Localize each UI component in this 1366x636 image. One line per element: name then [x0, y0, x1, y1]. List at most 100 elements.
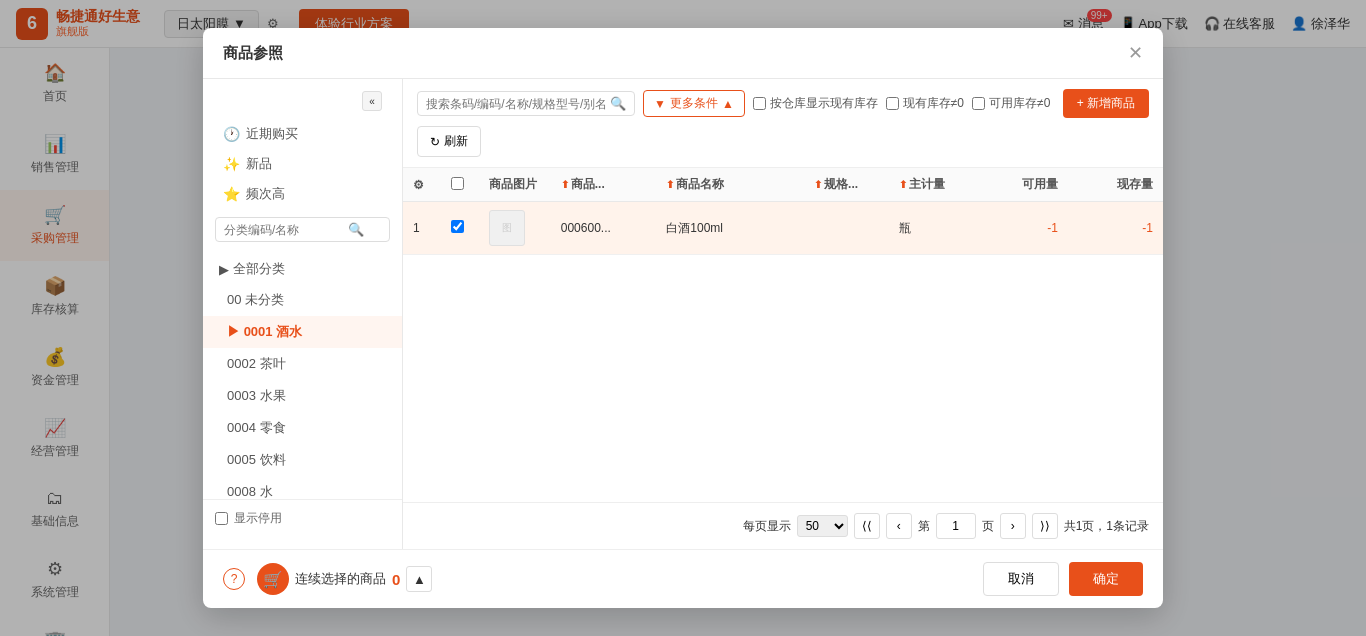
confirm-button[interactable]: 确定	[1069, 562, 1143, 596]
page-size-label: 每页显示	[743, 518, 791, 535]
product-search-wrap[interactable]: 🔍	[417, 91, 635, 116]
col-check-all[interactable]	[441, 168, 479, 202]
category-0002[interactable]: 0002 茶叶	[203, 348, 402, 380]
col-settings[interactable]: ⚙	[403, 168, 441, 202]
product-table-wrap: ⚙ 商品图片 ⬆ 商品...	[403, 168, 1163, 502]
category-0005-label: 0005 饮料	[227, 452, 286, 467]
col-spec-header[interactable]: ⬆ 规格...	[804, 168, 888, 202]
category-0004[interactable]: 0004 零食	[203, 412, 402, 444]
refresh-button[interactable]: ↻ 刷新	[417, 126, 481, 157]
cart-icon[interactable]: 🛒	[257, 563, 289, 595]
arrow-right-icon: ▶	[227, 324, 240, 339]
cart-text-label: 连续选择的商品	[295, 570, 386, 588]
arrow-right-icon: ▶	[219, 262, 229, 277]
help-label: ?	[231, 572, 238, 586]
col-img-header: 商品图片	[479, 168, 551, 202]
category-0005[interactable]: 0005 饮料	[203, 444, 402, 476]
star-icon: ⭐	[223, 186, 240, 202]
col-avail-label: 可用量	[1022, 177, 1058, 191]
cart-count: 0	[392, 571, 400, 588]
refresh-icon: ↻	[430, 135, 440, 149]
product-table: ⚙ 商品图片 ⬆ 商品...	[403, 168, 1163, 255]
stock-not-zero-checkbox[interactable]	[886, 97, 899, 110]
help-icon[interactable]: ?	[223, 568, 245, 590]
category-all-label: 全部分类	[233, 260, 285, 278]
chevron-up-icon: ▲	[722, 97, 734, 111]
search-icon: 🔍	[348, 222, 364, 237]
category-search-box[interactable]: 🔍	[215, 217, 390, 242]
page-label: 第	[918, 518, 930, 535]
page-size-select[interactable]: 50 100 200	[797, 515, 848, 537]
col-code-header[interactable]: ⬆ 商品...	[551, 168, 657, 202]
category-0003-label: 0003 水果	[227, 388, 286, 403]
refresh-label: 刷新	[444, 133, 468, 150]
col-unit-label: 主计量	[909, 176, 945, 193]
total-info: 共1页，1条记录	[1064, 518, 1149, 535]
checkbox-by-warehouse[interactable]: 按仓库显示现有库存	[753, 95, 878, 112]
quick-recent-label: 近期购买	[246, 125, 298, 143]
clock-icon: 🕐	[223, 126, 240, 142]
check-all-checkbox[interactable]	[451, 177, 464, 190]
category-0001-label: 0001 酒水	[244, 324, 303, 339]
display-disabled-label: 显示停用	[234, 510, 282, 527]
category-0008[interactable]: 0008 水	[203, 476, 402, 499]
category-0002-label: 0002 茶叶	[227, 356, 286, 371]
display-disabled-row: 显示停用	[203, 499, 402, 537]
col-unit-header[interactable]: ⬆ 主计量	[889, 168, 973, 202]
add-product-button[interactable]: + 新增商品	[1063, 89, 1149, 118]
modal-overlay: 商品参照 ✕ « 🕐 近期购买 ✨ 新品 ⭐	[0, 0, 1366, 636]
page-number-input[interactable]	[936, 513, 976, 539]
row-img-cell: 图	[479, 202, 551, 255]
by-warehouse-checkbox[interactable]	[753, 97, 766, 110]
modal-body: « 🕐 近期购买 ✨ 新品 ⭐ 频次高 🔍	[203, 79, 1163, 549]
row-unit: 瓶	[889, 202, 973, 255]
col-name-label: 商品名称	[676, 176, 724, 193]
col-avail-header: 可用量	[973, 168, 1068, 202]
row-name: 白酒100ml	[656, 202, 804, 255]
col-spec-label: 规格...	[824, 176, 858, 193]
next-page-btn[interactable]: ›	[1000, 513, 1026, 539]
category-all[interactable]: ▶ 全部分类	[203, 254, 402, 284]
page-suffix: 页	[982, 518, 994, 535]
new-icon: ✨	[223, 156, 240, 172]
right-panel: 🔍 ▼ 更多条件 ▲ 按仓库显示现有库存 现有库存≠0	[403, 79, 1163, 549]
row-checkbox-cell[interactable]	[441, 202, 479, 255]
category-0004-label: 0004 零食	[227, 420, 286, 435]
avail-not-zero-checkbox[interactable]	[972, 97, 985, 110]
checkbox-stock-not-zero[interactable]: 现有库存≠0	[886, 95, 964, 112]
checkbox-avail-not-zero[interactable]: 可用库存≠0	[972, 95, 1050, 112]
quick-recent[interactable]: 🕐 近期购买	[215, 119, 390, 149]
category-0001[interactable]: ▶ 0001 酒水	[203, 316, 402, 348]
first-page-btn[interactable]: ⟨⟨	[854, 513, 880, 539]
product-search-input[interactable]	[426, 97, 606, 111]
sort-icon: ⬆	[561, 179, 569, 190]
row-avail: -1	[973, 202, 1068, 255]
sort-icon: ⬆	[814, 179, 822, 190]
modal-title: 商品参照	[223, 44, 283, 63]
display-disabled-checkbox[interactable]	[215, 512, 228, 525]
by-warehouse-label: 按仓库显示现有库存	[770, 95, 878, 112]
table-row[interactable]: 1 图 000600... 白酒100ml 瓶 -1 -1	[403, 202, 1163, 255]
cancel-button[interactable]: 取消	[983, 562, 1059, 596]
more-filters-button[interactable]: ▼ 更多条件 ▲	[643, 90, 745, 117]
sort-icon: ⬆	[666, 179, 674, 190]
col-code-label: 商品...	[571, 176, 605, 193]
left-panel: « 🕐 近期购买 ✨ 新品 ⭐ 频次高 🔍	[203, 79, 403, 549]
category-0008-label: 0008 水	[227, 484, 273, 499]
prev-page-btn[interactable]: ‹	[886, 513, 912, 539]
quick-frequent[interactable]: ⭐ 频次高	[215, 179, 390, 209]
category-search-input[interactable]	[224, 223, 344, 237]
quick-new[interactable]: ✨ 新品	[215, 149, 390, 179]
collapse-button[interactable]: «	[362, 91, 382, 111]
cart-collapse-btn[interactable]: ▲	[406, 566, 432, 592]
close-icon[interactable]: ✕	[1128, 42, 1143, 64]
last-page-btn[interactable]: ⟩⟩	[1032, 513, 1058, 539]
quick-nav: « 🕐 近期购买 ✨ 新品 ⭐ 频次高	[203, 91, 402, 209]
pagination: 每页显示 50 100 200 ⟨⟨ ‹ 第 页 › ⟩⟩ 共1页，1条记录	[403, 502, 1163, 549]
category-0003[interactable]: 0003 水果	[203, 380, 402, 412]
row-checkbox[interactable]	[451, 220, 464, 233]
col-stock-header: 现存量	[1068, 168, 1163, 202]
modal-header: 商品参照 ✕	[203, 28, 1163, 79]
category-00[interactable]: 00 未分类	[203, 284, 402, 316]
col-name-header[interactable]: ⬆ 商品名称	[656, 168, 804, 202]
